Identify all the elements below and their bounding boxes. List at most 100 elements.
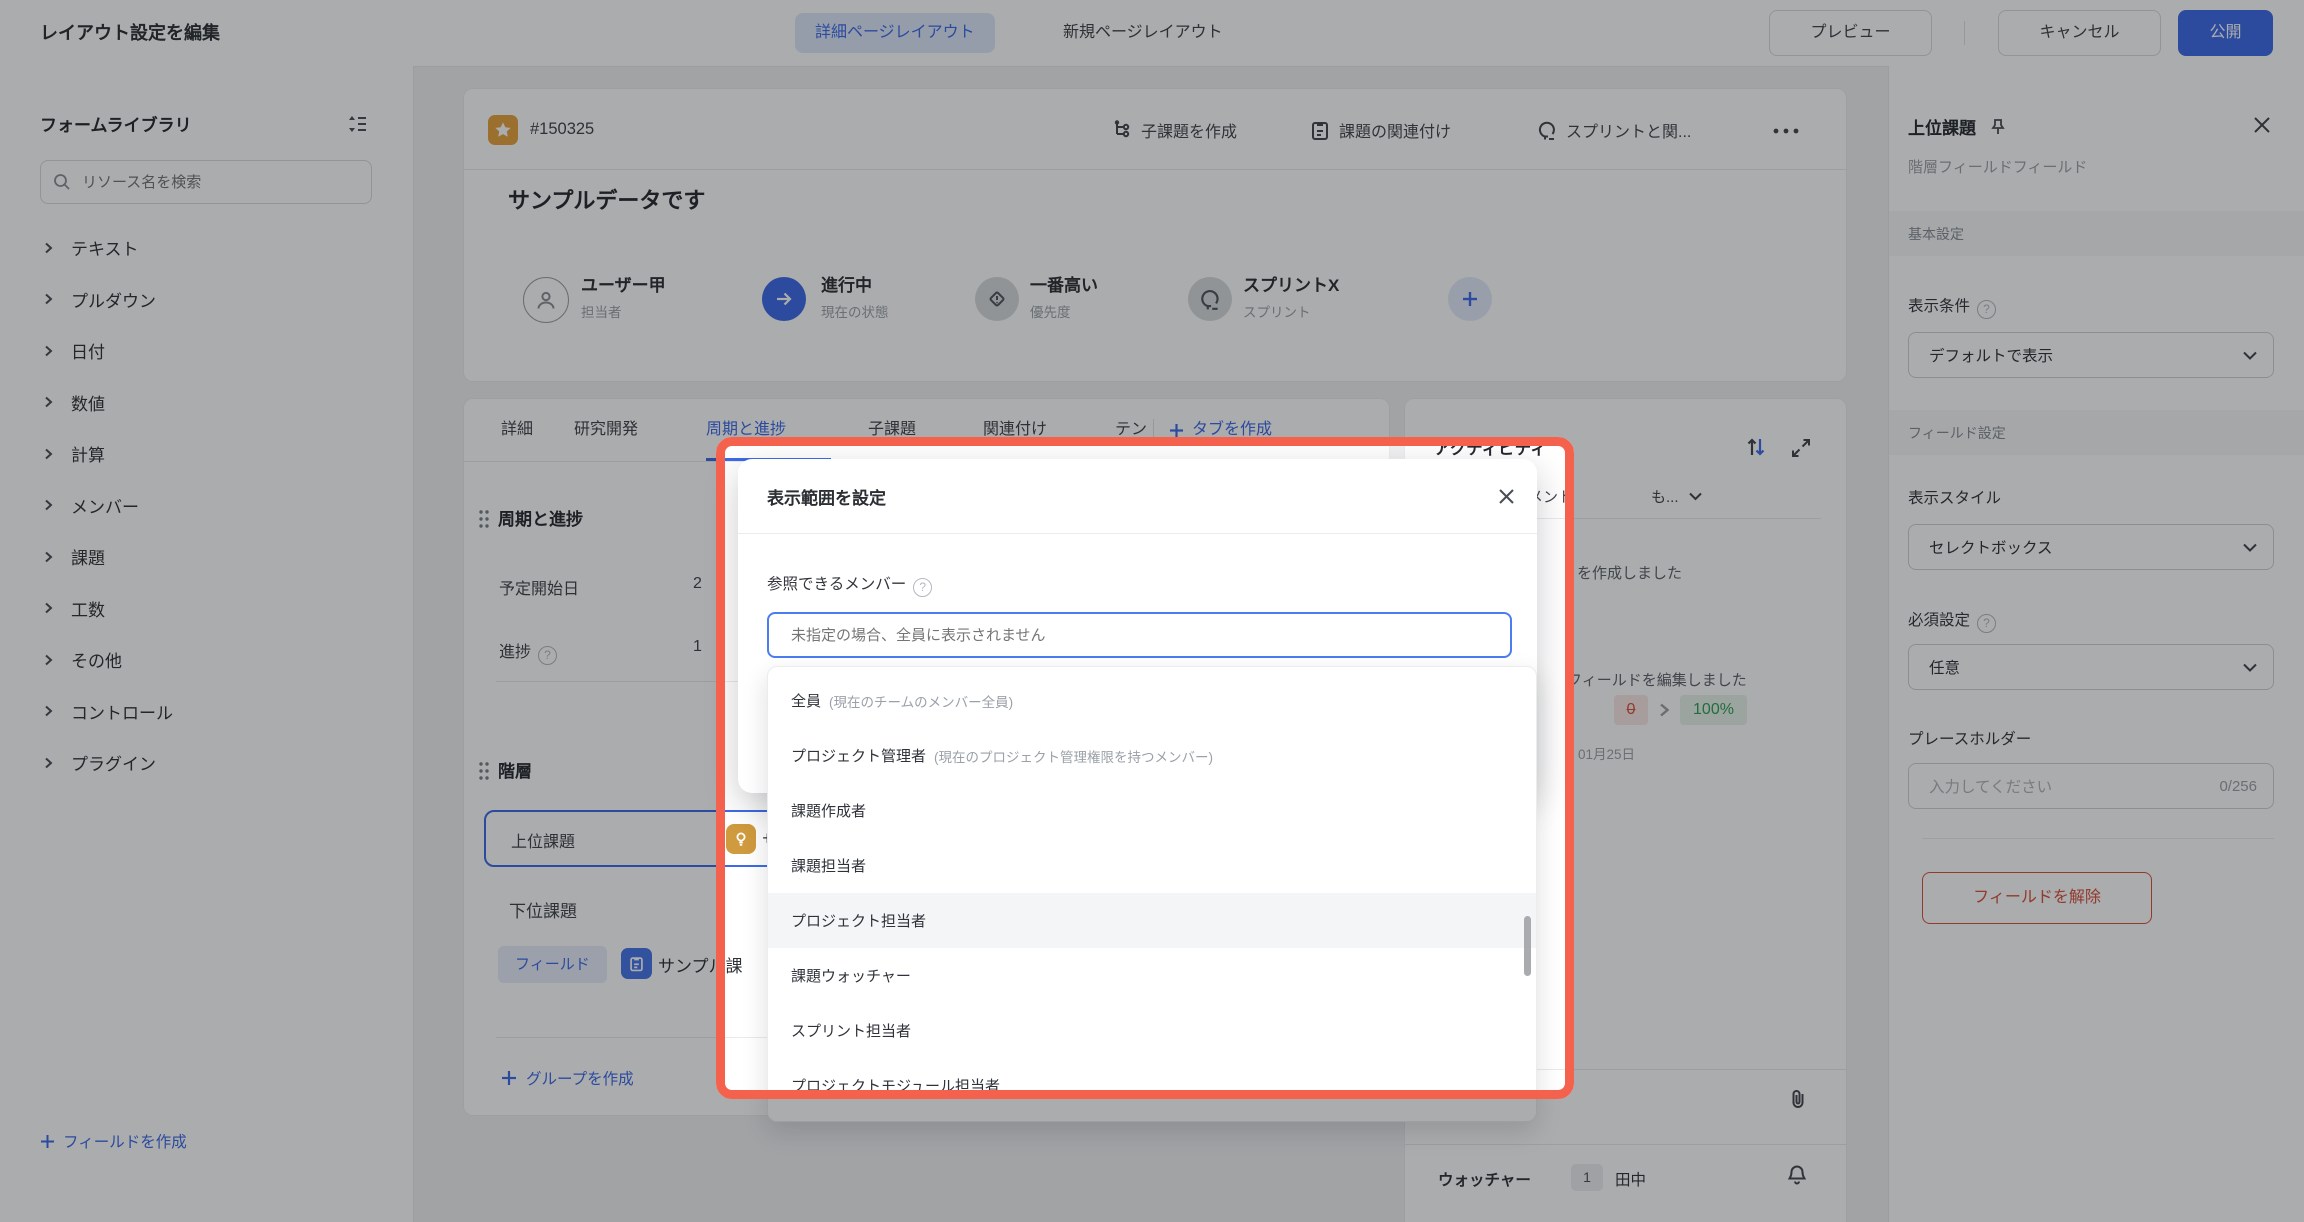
dropdown-option-project-assignee[interactable]: プロジェクト担当者 — [768, 893, 1536, 948]
sample-issue-text: サンプル課 — [658, 957, 743, 976]
option-label: プロジェクトモジュール担当者 — [791, 1078, 1000, 1095]
chevron-right-icon — [42, 293, 54, 305]
dropdown-option-sprint-assignee[interactable]: スプリント担当者 — [768, 1003, 1536, 1058]
sprint-badge-icon[interactable] — [1188, 277, 1232, 321]
sprint-icon — [1536, 119, 1558, 141]
condition-select[interactable]: デフォルトで表示 — [1908, 332, 2274, 378]
field-start-label[interactable]: 予定開始日 — [499, 575, 579, 599]
dropdown-option-module-assignee[interactable]: プロジェクトモジュール担当者 — [768, 1058, 1536, 1113]
create-tab-button[interactable]: タブを作成 — [1169, 399, 1272, 461]
sidebar-item-member[interactable]: メンバー — [0, 480, 413, 532]
collapse-panel-icon[interactable] — [344, 111, 370, 137]
child-issue-label[interactable]: 下位課題 — [509, 897, 577, 922]
help-icon: ? — [1977, 300, 1997, 319]
bell-icon[interactable] — [1785, 1162, 1809, 1188]
close-icon[interactable] — [2249, 112, 2275, 138]
pin-icon[interactable] — [1990, 118, 2006, 136]
create-field-label: フィールドを作成 — [63, 1134, 187, 1151]
sidebar-item-plugin[interactable]: プラグイン — [0, 737, 413, 789]
cancel-button[interactable]: キャンセル — [1998, 10, 2161, 56]
drag-handle-icon[interactable] — [476, 760, 492, 782]
search-icon — [53, 173, 71, 191]
member-search-input[interactable] — [789, 625, 1490, 645]
plus-icon — [40, 1134, 55, 1149]
tab-cycle[interactable]: 周期と進捗 — [706, 399, 786, 461]
activity-title: アクティビティ — [1434, 440, 1547, 458]
action-link-issue[interactable]: 課題の関連付け — [1309, 118, 1451, 142]
dropdown-option-issue-watcher[interactable]: 課題ウォッチャー — [768, 948, 1536, 1003]
priority-icon[interactable] — [975, 277, 1019, 321]
create-group-label: グループを作成 — [526, 1071, 634, 1088]
issue-card: #150325 子課題を作成 課題の関連付け スプリントと関... サンプルデー… — [463, 88, 1847, 382]
preview-button[interactable]: プレビュー — [1769, 10, 1932, 56]
style-select[interactable]: セレクトボックス — [1908, 524, 2274, 570]
tab-subtask[interactable]: 子課題 — [868, 399, 916, 461]
tab-detail-layout[interactable]: 詳細ページレイアウト — [795, 13, 995, 53]
action-sprint-link[interactable]: スプリントと関... — [1536, 118, 1691, 142]
dropdown-option-issue-assignee[interactable]: 課題担当者 — [768, 838, 1536, 893]
sidebar-item-label: プルダウン — [71, 291, 156, 311]
expand-icon[interactable] — [1789, 436, 1813, 460]
activity-entry-1: を作成しました — [1577, 565, 1683, 582]
publish-button[interactable]: 公開 — [2178, 10, 2273, 56]
search-input[interactable] — [80, 172, 359, 192]
field-tag-chip: フィールド — [498, 946, 607, 983]
field-progress-label[interactable]: 進捗? — [499, 638, 558, 665]
drag-handle-icon[interactable] — [476, 508, 492, 530]
status-icon[interactable] — [762, 277, 806, 321]
dropdown-option-project-admin[interactable]: プロジェクト管理者 (現在のプロジェクト管理権限を持つメンバー) — [768, 728, 1536, 783]
form-library-sidebar: フォームライブラリ テキスト プルダウン 日付 数値 計算 メンバー 課題 — [0, 66, 414, 1222]
option-label: 全員 — [791, 693, 822, 710]
option-note: (現在のチームのメンバー全員) — [829, 694, 1014, 710]
sidebar-item-issue[interactable]: 課題 — [0, 531, 413, 583]
sidebar-item-control[interactable]: コントロール — [0, 686, 413, 738]
page-title: レイアウト設定を編集 — [40, 23, 220, 43]
action-create-subtask[interactable]: 子課題を作成 — [1111, 118, 1237, 142]
chevron-right-icon — [42, 499, 54, 511]
sidebar-title: フォームライブラリ — [40, 116, 192, 135]
dropdown-scrollbar[interactable] — [1524, 916, 1531, 976]
more-actions-icon[interactable] — [1769, 121, 1803, 141]
required-select[interactable]: 任意 — [1908, 644, 2274, 690]
sidebar-item-workload[interactable]: 工数 — [0, 583, 413, 635]
sidebar-item-list: テキスト プルダウン 日付 数値 計算 メンバー 課題 工数 その他 コントロー… — [0, 222, 413, 789]
paperclip-icon[interactable] — [1786, 1087, 1810, 1111]
style-value: セレクトボックス — [1929, 540, 2053, 557]
plus-icon — [501, 1070, 517, 1086]
group-cycle-title: 周期と進捗 — [498, 510, 583, 529]
sort-icon[interactable] — [1743, 435, 1769, 459]
modal-close-icon[interactable] — [1495, 485, 1517, 507]
tab-template[interactable]: テン — [1115, 399, 1147, 461]
sidebar-item-text[interactable]: テキスト — [0, 222, 413, 274]
tab-relation[interactable]: 関連付け — [983, 399, 1047, 461]
sidebar-item-other[interactable]: その他 — [0, 634, 413, 686]
sidebar-item-label: 工数 — [71, 600, 105, 620]
add-badge-button[interactable] — [1448, 277, 1492, 321]
watcher-name[interactable]: 田中 — [1615, 1168, 1646, 1190]
sidebar-item-pulldown[interactable]: プルダウン — [0, 274, 413, 326]
tab-rnd[interactable]: 研究開発 — [574, 399, 638, 461]
field-start-value: 2 — [693, 575, 702, 592]
sidebar-item-calc[interactable]: 計算 — [0, 428, 413, 480]
activity-tab-more[interactable]: も... — [1651, 486, 1702, 507]
star-badge-icon[interactable] — [488, 115, 518, 145]
option-label: 課題作成者 — [791, 803, 867, 820]
tab-new-layout[interactable]: 新規ページレイアウト — [1043, 13, 1243, 53]
issue-title: サンプルデータです — [508, 188, 706, 213]
placeholder-input[interactable]: 入力してください 0/256 — [1908, 763, 2274, 809]
sidebar-item-date[interactable]: 日付 — [0, 325, 413, 377]
section-field: フィールド設定 — [1889, 410, 2304, 455]
required-value: 任意 — [1929, 660, 1961, 677]
remove-field-button[interactable]: フィールドを解除 — [1922, 872, 2152, 924]
create-group-button[interactable]: グループを作成 — [501, 1067, 634, 1089]
dropdown-option-issue-creator[interactable]: 課題作成者 — [768, 783, 1536, 838]
assignee-role: 担当者 — [581, 305, 622, 320]
issue-card-divider — [464, 169, 1846, 170]
sidebar-item-number[interactable]: 数値 — [0, 377, 413, 429]
member-search-field[interactable] — [767, 612, 1512, 658]
create-field-button[interactable]: フィールドを作成 — [40, 1130, 187, 1152]
tab-detail[interactable]: 詳細 — [501, 399, 533, 461]
dropdown-option-everyone[interactable]: 全員 (現在のチームのメンバー全員) — [768, 673, 1536, 728]
assignee-avatar[interactable] — [523, 277, 569, 323]
resource-search[interactable] — [40, 160, 372, 204]
